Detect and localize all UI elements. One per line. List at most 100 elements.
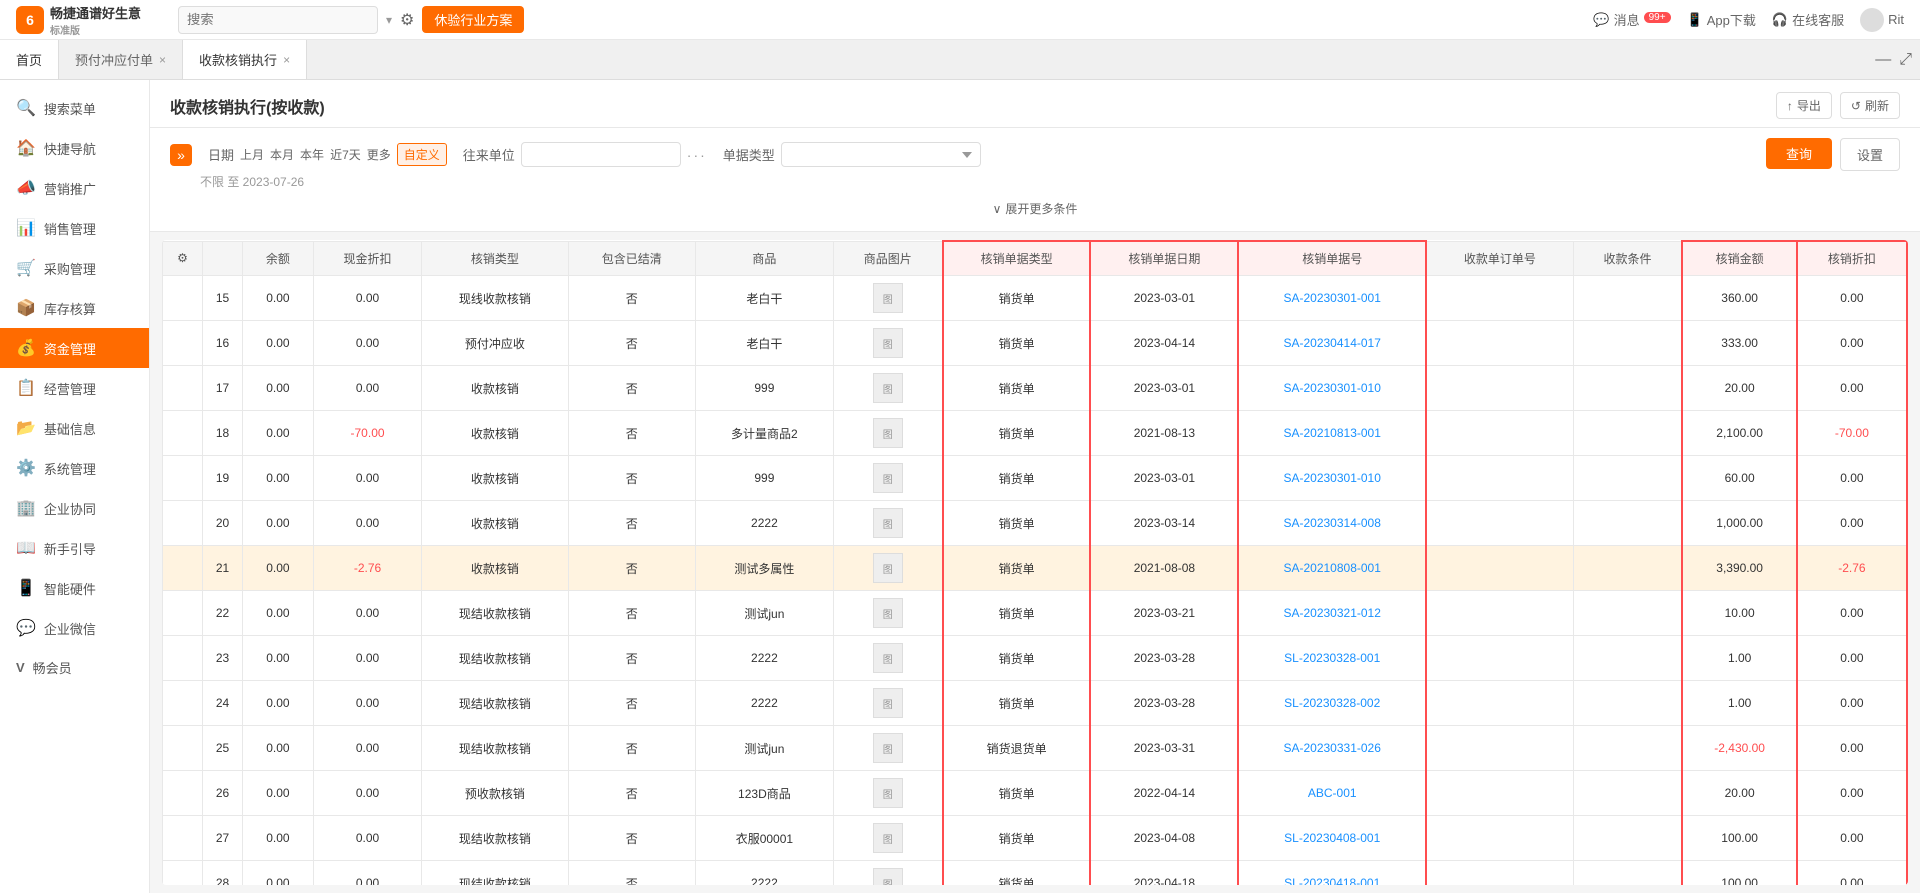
row-cancel-bill-no[interactable]: SA-20230321-012 — [1238, 591, 1426, 636]
messages-item[interactable]: 💬 消息 99+ — [1593, 10, 1670, 29]
row-cancel-discount: 0.00 — [1797, 456, 1907, 501]
row-cancel-bill-no[interactable]: SA-20230301-001 — [1238, 276, 1426, 321]
headset-icon: 🎧 — [1772, 12, 1788, 28]
expand-more-btn[interactable]: ∨ 展开更多条件 — [993, 196, 1078, 221]
sidebar-item-quick-nav[interactable]: 🏠 快捷导航 — [0, 128, 149, 168]
sidebar-item-wechat[interactable]: 💬 企业微信 — [0, 608, 149, 648]
bill-no-link[interactable]: ABC-001 — [1308, 786, 1357, 800]
bill-no-link[interactable]: SL-20230328-002 — [1284, 696, 1380, 710]
filter-from-unit-input[interactable] — [521, 142, 681, 167]
row-cancel-discount: 0.00 — [1797, 681, 1907, 726]
app-download-item[interactable]: 📱 App下载 — [1687, 10, 1756, 29]
row-balance: 0.00 — [243, 591, 314, 636]
row-cancel-bill-no[interactable]: SA-20210813-001 — [1238, 411, 1426, 456]
row-balance: 0.00 — [243, 501, 314, 546]
row-cancel-bill-no[interactable]: SL-20230328-001 — [1238, 636, 1426, 681]
row-include-settled: 否 — [568, 321, 695, 366]
date-tag-last-month[interactable]: 上月 — [240, 146, 264, 163]
online-service-item[interactable]: 🎧 在线客服 — [1772, 10, 1844, 29]
date-tag-more[interactable]: 更多 — [367, 146, 391, 163]
tab-prepay[interactable]: 预付冲应付单 × — [59, 40, 183, 79]
row-cash-discount: 0.00 — [313, 321, 422, 366]
tab-home[interactable]: 首页 — [0, 40, 59, 79]
sidebar-item-marketing[interactable]: 📣 营销推广 — [0, 168, 149, 208]
row-product: 123D商品 — [695, 771, 833, 816]
bill-no-link[interactable]: SA-20230414-017 — [1283, 336, 1380, 350]
sidebar-item-search-menu[interactable]: 🔍 搜索菜单 — [0, 88, 149, 128]
sidebar-item-purchase[interactable]: 🛒 采购管理 — [0, 248, 149, 288]
bill-no-link[interactable]: SA-20230301-001 — [1283, 291, 1380, 305]
col-gear[interactable]: ⚙ — [163, 241, 203, 276]
date-tag-7days[interactable]: 近7天 — [330, 146, 361, 163]
tab-collection-close[interactable]: × — [283, 53, 290, 67]
row-cancel-bill-type: 销货单 — [943, 366, 1091, 411]
filter-expand-arrow[interactable]: » — [170, 144, 192, 166]
table-container[interactable]: ⚙ 余额 现金折扣 核销类型 包含已结清 商品 商品图片 核销单据类型 核销单据… — [162, 240, 1908, 885]
bill-no-link[interactable]: SA-20230301-010 — [1283, 471, 1380, 485]
row-cancel-bill-no[interactable]: SA-20230314-008 — [1238, 501, 1426, 546]
setting-button[interactable]: 设置 — [1840, 138, 1900, 171]
row-cancel-bill-no[interactable]: SA-20230301-010 — [1238, 456, 1426, 501]
bill-no-link[interactable]: SL-20230408-001 — [1284, 831, 1380, 845]
row-cancel-bill-no[interactable]: SA-20230331-026 — [1238, 726, 1426, 771]
bill-no-link[interactable]: SA-20210813-001 — [1283, 426, 1380, 440]
tab-collection[interactable]: 收款核销执行 × — [183, 40, 307, 79]
row-cancel-bill-no[interactable]: SL-20230418-001 — [1238, 861, 1426, 886]
refresh-button[interactable]: ↺ 刷新 — [1840, 92, 1900, 119]
gear-icon[interactable]: ⚙ — [400, 10, 414, 30]
row-cancel-amount: 20.00 — [1682, 771, 1796, 816]
row-collection-order-no — [1426, 411, 1573, 456]
row-cancel-bill-no[interactable]: SA-20210808-001 — [1238, 546, 1426, 591]
export-button[interactable]: ↑ 导出 — [1776, 92, 1832, 119]
row-collection-condition — [1573, 546, 1682, 591]
query-button[interactable]: 查询 — [1766, 138, 1832, 169]
industry-button[interactable]: 休验行业方案 — [422, 6, 524, 33]
sidebar-item-smart-hw[interactable]: 📱 智能硬件 — [0, 568, 149, 608]
sidebar-label-smart-hw: 智能硬件 — [44, 579, 96, 598]
col-cash-discount: 现金折扣 — [313, 241, 422, 276]
filter-single-type-item: 单据类型 — [723, 142, 981, 167]
filter-single-type-select[interactable] — [781, 142, 981, 167]
user-item[interactable]: Rit — [1860, 8, 1904, 32]
row-gear — [163, 816, 203, 861]
bill-no-link[interactable]: SA-20230301-010 — [1283, 381, 1380, 395]
row-product-image: 图 — [833, 681, 942, 726]
sidebar-item-operations[interactable]: 📋 经营管理 — [0, 368, 149, 408]
tab-maximize-button[interactable]: ⤢ — [1899, 51, 1912, 69]
sidebar-item-sales[interactable]: 📊 销售管理 — [0, 208, 149, 248]
date-tag-this-year[interactable]: 本年 — [300, 146, 324, 163]
sidebar-item-member[interactable]: V 畅会员 — [0, 648, 149, 687]
sidebar-item-finance[interactable]: 💰 资金管理 — [0, 328, 149, 368]
tab-minimize-button[interactable]: — — [1875, 51, 1891, 69]
row-cancel-bill-date: 2023-03-21 — [1090, 591, 1238, 636]
table-row: 230.000.00现结收款核销否2222图销货单2023-03-28SL-20… — [163, 636, 1908, 681]
row-cancel-discount: -70.00 — [1797, 411, 1907, 456]
row-cancel-bill-no[interactable]: SL-20230408-001 — [1238, 816, 1426, 861]
row-cancel-bill-no[interactable]: ABC-001 — [1238, 771, 1426, 816]
bill-no-link[interactable]: SA-20230331-026 — [1283, 741, 1380, 755]
bill-no-link[interactable]: SA-20230321-012 — [1283, 606, 1380, 620]
row-cancel-bill-no[interactable]: SA-20230301-010 — [1238, 366, 1426, 411]
row-balance: 0.00 — [243, 546, 314, 591]
sidebar-item-guide[interactable]: 📖 新手引导 — [0, 528, 149, 568]
bill-no-link[interactable]: SL-20230418-001 — [1284, 876, 1380, 885]
bill-no-link[interactable]: SA-20230314-008 — [1283, 516, 1380, 530]
sidebar-item-basic-info[interactable]: 📂 基础信息 — [0, 408, 149, 448]
row-cancel-bill-date: 2023-04-14 — [1090, 321, 1238, 366]
bill-no-link[interactable]: SA-20210808-001 — [1283, 561, 1380, 575]
row-cancel-bill-no[interactable]: SL-20230328-002 — [1238, 681, 1426, 726]
date-custom-tag[interactable]: 自定义 — [397, 143, 447, 166]
bill-no-link[interactable]: SL-20230328-001 — [1284, 651, 1380, 665]
row-cancel-bill-no[interactable]: SA-20230414-017 — [1238, 321, 1426, 366]
tab-prepay-close[interactable]: × — [159, 53, 166, 67]
search-input[interactable] — [178, 6, 378, 34]
row-include-settled: 否 — [568, 681, 695, 726]
sidebar-item-system[interactable]: ⚙️ 系统管理 — [0, 448, 149, 488]
header-actions: ↑ 导出 ↺ 刷新 — [1776, 92, 1900, 119]
row-include-settled: 否 — [568, 366, 695, 411]
sidebar-item-inventory[interactable]: 📦 库存核算 — [0, 288, 149, 328]
dropdown-arrow-icon[interactable]: ▾ — [386, 13, 392, 27]
sidebar-item-enterprise[interactable]: 🏢 企业协同 — [0, 488, 149, 528]
date-tag-this-month[interactable]: 本月 — [270, 146, 294, 163]
row-cancel-bill-type: 销货单 — [943, 771, 1091, 816]
